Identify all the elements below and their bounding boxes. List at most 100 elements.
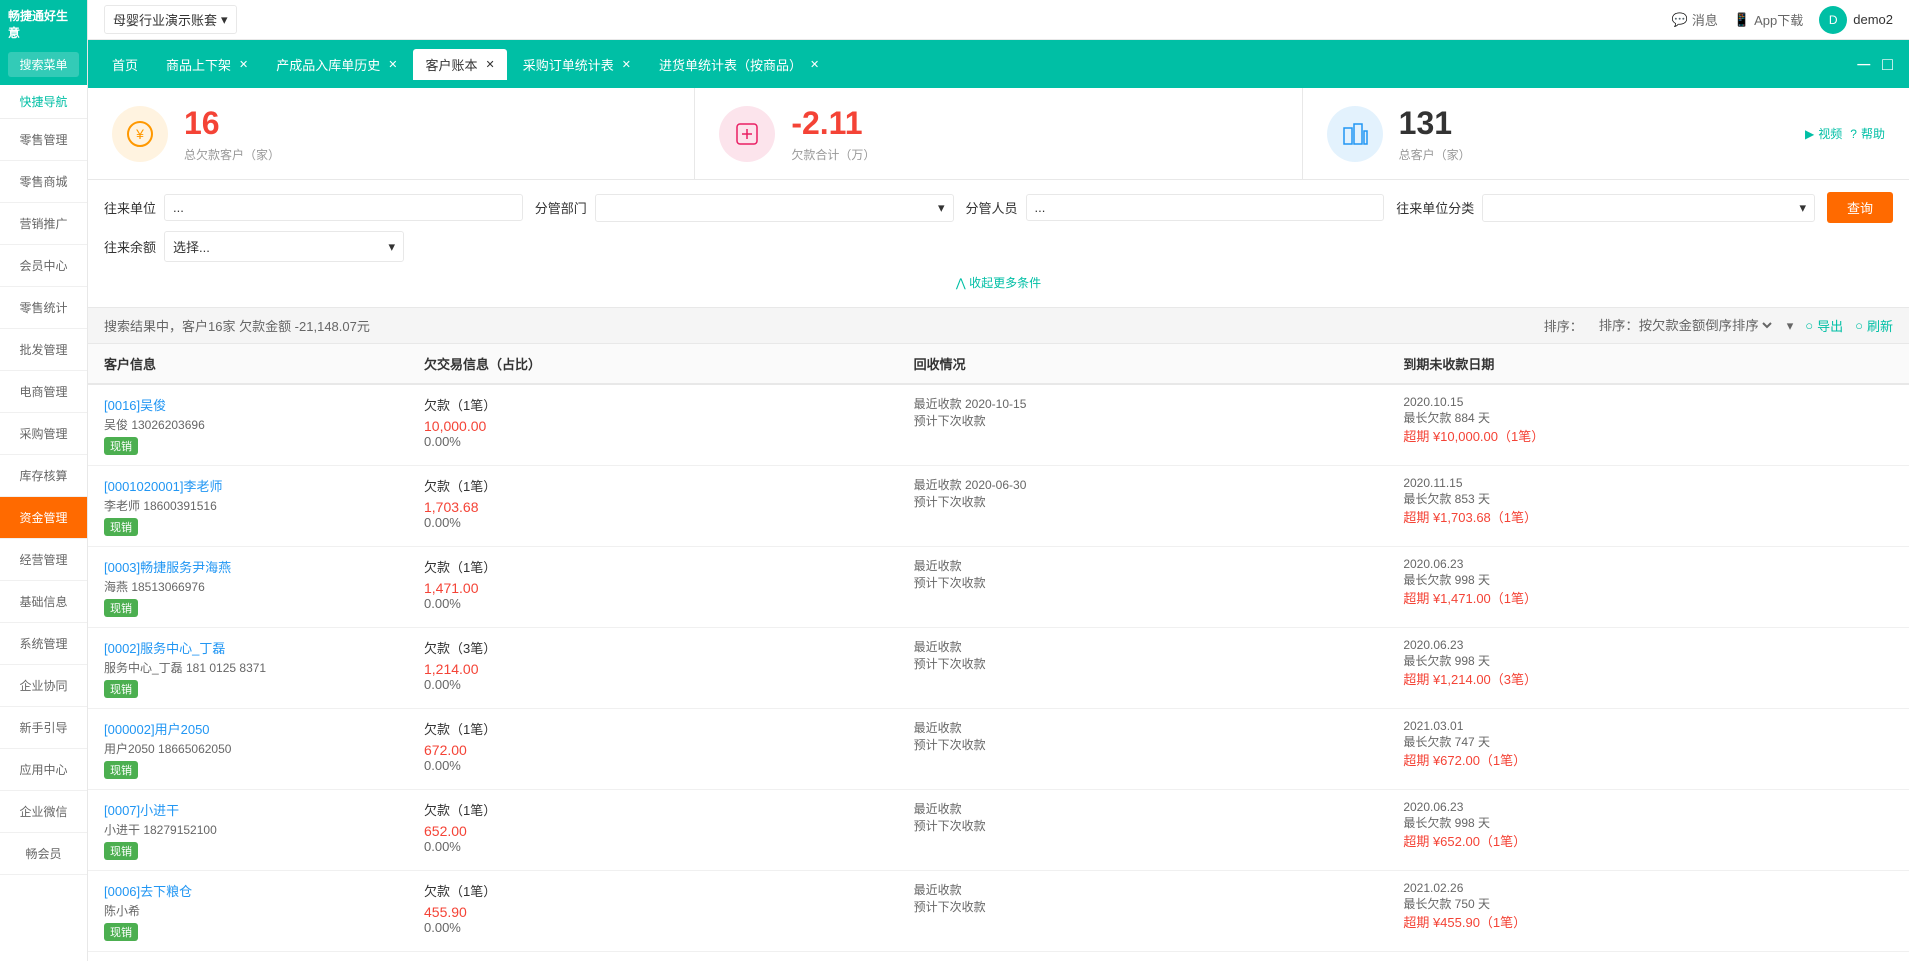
overdue-days-5: 最长欠款 998 天 (1403, 814, 1893, 831)
sidebar-item-collab[interactable]: 企业协同 (0, 665, 87, 707)
debt-percent-4: 0.00% (424, 758, 914, 773)
customer-name-6[interactable]: [0006]去下粮仓 (104, 881, 424, 900)
collapse-button[interactable]: ⋀ 收起更多条件 (104, 270, 1893, 295)
sidebar-item-marketing[interactable]: 营销推广 (0, 203, 87, 245)
customer-info-6: [0006]去下粮仓 陈小希 现销 (104, 881, 424, 941)
sidebar-item-inventory[interactable]: 库存核算 (0, 455, 87, 497)
search-button[interactable]: 查询 (1827, 192, 1893, 223)
tab-bar: 首页 商品上下架 ✕ 产成品入库单历史 ✕ 客户账本 ✕ 采购订单统计表 ✕ 进… (88, 40, 1909, 88)
sidebar-item-finance[interactable]: 资金管理 (0, 497, 87, 539)
export-button[interactable]: ○ 导出 (1805, 316, 1843, 335)
recovery-info-0: 最近收款 2020-10-15 预计下次收款 (914, 395, 1404, 429)
overdue-amount-5[interactable]: 超期 ¥652.00（1笔） (1403, 831, 1893, 850)
sidebar-item-label: 会员中心 (8, 257, 79, 274)
sidebar-item-base-info[interactable]: 基础信息 (0, 581, 87, 623)
sidebar-item-purchase[interactable]: 采购管理 (0, 413, 87, 455)
help-btn[interactable]: ? 帮助 (1850, 125, 1885, 142)
sidebar-item-retail-store[interactable]: 零售商城 (0, 161, 87, 203)
tab-close-product-off[interactable]: ✕ (239, 58, 248, 71)
debt-count-2: 欠款（1笔） (424, 557, 914, 576)
app-download-button[interactable]: 📱 App下载 (1734, 10, 1803, 29)
tab-product-off[interactable]: 商品上下架 ✕ (154, 49, 260, 80)
overdue-amount-3[interactable]: 超期 ¥1,214.00（3笔） (1403, 669, 1893, 688)
customer-info-3: [0002]服务中心_丁磊 服务中心_丁磊 181 0125 8371 现销 (104, 638, 424, 698)
message-button[interactable]: 💬 消息 (1672, 10, 1718, 29)
debt-amount-6: 455.90 (424, 904, 914, 920)
recovery-info-2: 最近收款 预计下次收款 (914, 557, 1404, 591)
tab-close-purchase-order[interactable]: ✕ (622, 58, 631, 71)
overdue-amount-2[interactable]: 超期 ¥1,471.00（1笔） (1403, 588, 1893, 607)
sidebar-item-member[interactable]: 会员中心 (0, 245, 87, 287)
debt-count-6: 欠款（1笔） (424, 881, 914, 900)
overdue-amount-6[interactable]: 超期 ¥455.90（1笔） (1403, 912, 1893, 931)
overdue-amount-1[interactable]: 超期 ¥1,703.68（1笔） (1403, 507, 1893, 526)
tab-close-inbound-stats[interactable]: ✕ (810, 58, 819, 71)
table-row: [0007]小进干 小进干 18279152100 现销 欠款（1笔） 652.… (88, 790, 1909, 871)
maximize-button[interactable]: □ (1878, 50, 1897, 79)
recovery-info-1: 最近收款 2020-06-30 预计下次收款 (914, 476, 1404, 510)
refresh-button[interactable]: ○ 刷新 (1855, 316, 1893, 335)
sidebar-item-label: 零售统计 (8, 299, 79, 316)
tab-inbound-stats[interactable]: 进货单统计表（按商品） ✕ (647, 49, 831, 80)
topbar-actions: ─ □ (1853, 50, 1897, 79)
col-recovery: 回收情况 (914, 354, 1404, 373)
tab-purchase-order[interactable]: 采购订单统计表 ✕ (511, 49, 643, 80)
sidebar-item-ecommerce[interactable]: 电商管理 (0, 371, 87, 413)
sidebar-item-operations[interactable]: 经营管理 (0, 539, 87, 581)
tab-close-product-in[interactable]: ✕ (388, 58, 397, 71)
download-icon: 📱 (1734, 12, 1750, 28)
overdue-amount-0[interactable]: 超期 ¥10,000.00（1笔） (1403, 426, 1893, 445)
app-header: 母婴行业演示账套 ▾ 💬 消息 📱 App下载 D demo2 (88, 0, 1909, 40)
balance-select[interactable]: 选择... ▾ (164, 231, 404, 262)
dept-select[interactable]: ▾ (595, 194, 954, 222)
result-actions: 排序： 排序：按欠款金额倒序排序 ▾ ○ 导出 ○ 刷新 (1544, 316, 1893, 335)
sidebar-item-retail-mgmt[interactable]: 零售管理 (0, 119, 87, 161)
sidebar-item-member-vip[interactable]: 畅会员 (0, 833, 87, 875)
person-input[interactable]: ... (1026, 194, 1385, 221)
customer-tag-1: 现销 (104, 518, 138, 536)
video-icon: ▶ (1805, 127, 1814, 141)
debt-count-3: 欠款（3笔） (424, 638, 914, 657)
customer-name-0[interactable]: [0016]吴俊 (104, 395, 424, 414)
customer-name-4[interactable]: [000002]用户2050 (104, 719, 424, 738)
chevron-down-icon: ▾ (221, 12, 228, 28)
customer-name-5[interactable]: [0007]小进干 (104, 800, 424, 819)
quick-nav[interactable]: 快捷导航 (0, 85, 87, 119)
sidebar-item-apps[interactable]: 应用中心 (0, 749, 87, 791)
sidebar-item-retail-stats[interactable]: 零售统计 (0, 287, 87, 329)
video-btn[interactable]: ▶ 视频 (1805, 125, 1842, 142)
filter-area: 往来单位 ... 分管部门 ▾ 分管人员 (88, 180, 1909, 308)
sidebar-item-label: 应用中心 (8, 761, 79, 778)
table-row: [000001]黄思源 黄思源 13552700226 现销 欠款（1笔） 42… (88, 952, 1909, 961)
user-menu[interactable]: D demo2 (1819, 6, 1893, 34)
tab-close-customer-account[interactable]: ✕ (486, 58, 495, 71)
table-row: [0006]去下粮仓 陈小希 现销 欠款（1笔） 455.90 0.00% 最近… (88, 871, 1909, 952)
sidebar-item-wholesale-mgmt[interactable]: 批发管理 (0, 329, 87, 371)
debt-amount-3: 1,214.00 (424, 661, 914, 677)
customer-name-1[interactable]: [0001020001]李老师 (104, 476, 424, 495)
sidebar-item-label: 新手引导 (8, 719, 79, 736)
customer-name-3[interactable]: [0002]服务中心_丁磊 (104, 638, 424, 657)
minimize-button[interactable]: ─ (1853, 50, 1874, 79)
overdue-amount-4[interactable]: 超期 ¥672.00（1笔） (1403, 750, 1893, 769)
stat-card-debt-total: -2.11 欠款合计（万） (695, 88, 1302, 179)
sidebar-item-guide[interactable]: 新手引导 (0, 707, 87, 749)
filter-row-2: 往来余额 选择... ▾ (104, 231, 1893, 262)
tab-home[interactable]: 首页 (100, 49, 150, 80)
customer-phone-3: 服务中心_丁磊 181 0125 8371 (104, 659, 424, 676)
search-menu-button[interactable]: 搜索菜单 (8, 52, 79, 77)
debt-percent-6: 0.00% (424, 920, 914, 935)
debt-amount-2: 1,471.00 (424, 580, 914, 596)
unit-class-select[interactable]: ▾ (1482, 194, 1815, 222)
sort-select[interactable]: 排序：按欠款金额倒序排序 (1595, 317, 1775, 334)
sidebar-item-wechat[interactable]: 企业微信 (0, 791, 87, 833)
tab-product-in[interactable]: 产成品入库单历史 ✕ (264, 49, 409, 80)
source-unit-input[interactable]: ... (164, 194, 523, 221)
company-selector[interactable]: 母婴行业演示账套 ▾ (104, 5, 237, 34)
total-customers-info: 131 总客户（家） (1399, 104, 1789, 163)
tab-customer-account[interactable]: 客户账本 ✕ (413, 49, 506, 80)
customer-name-2[interactable]: [0003]畅捷服务尹海燕 (104, 557, 424, 576)
sidebar-item-label: 营销推广 (8, 215, 79, 232)
last-collect-1: 最近收款 2020-06-30 (914, 476, 1404, 493)
sidebar-item-system[interactable]: 系统管理 (0, 623, 87, 665)
